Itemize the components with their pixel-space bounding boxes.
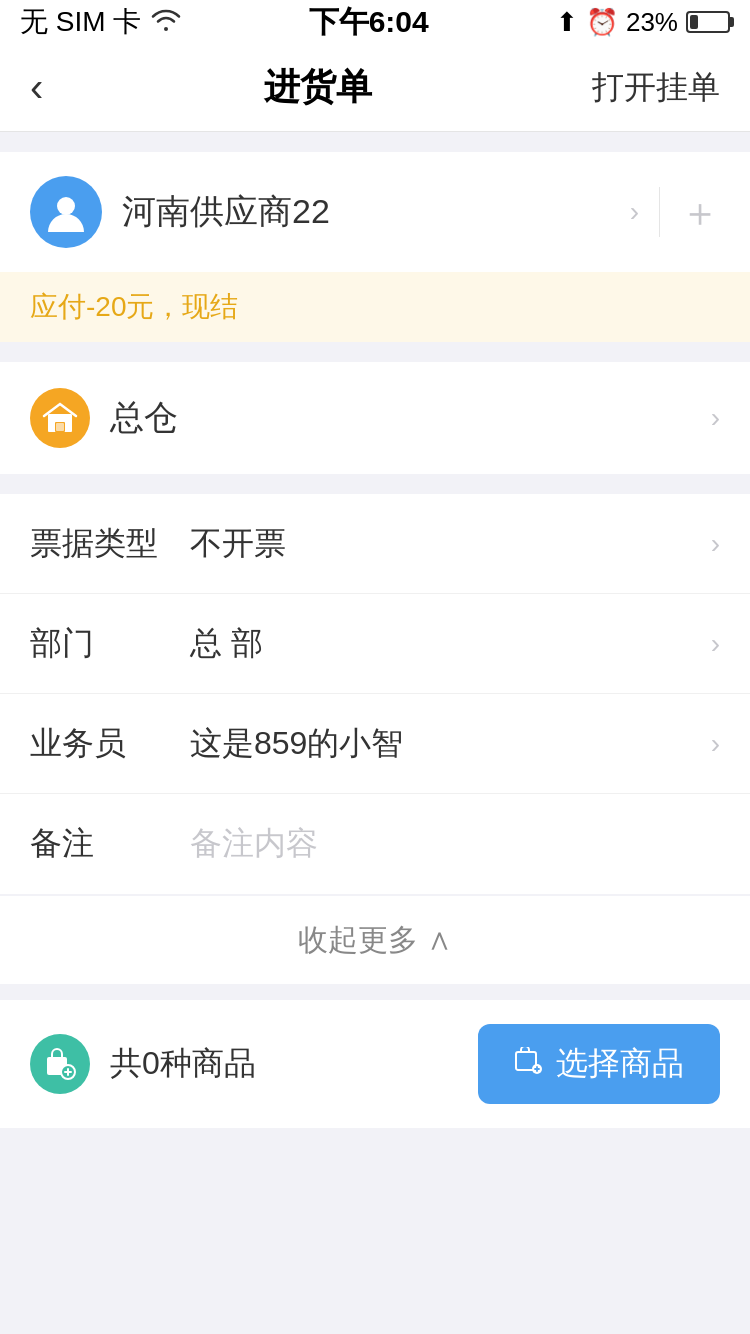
invoice-type-row[interactable]: 票据类型 不开票 › — [0, 494, 750, 594]
top-divider — [0, 132, 750, 152]
status-bar: 无 SIM 卡 下午6:04 ⬆ ⏰ 23% — [0, 0, 750, 44]
alert-banner: 应付-20元，现结 — [0, 272, 750, 342]
product-count: 共0种商品 — [110, 1042, 458, 1086]
status-left: 无 SIM 卡 — [20, 3, 181, 41]
svg-point-0 — [57, 197, 75, 215]
warehouse-row[interactable]: 总仓 › — [0, 362, 750, 474]
invoice-type-label: 票据类型 — [30, 522, 190, 566]
remark-label: 备注 — [30, 822, 190, 866]
supplier-card: 河南供应商22 › ＋ 应付-20元，现结 — [0, 152, 750, 342]
department-row[interactable]: 部门 总 部 › — [0, 594, 750, 694]
alert-text: 应付-20元，现结 — [30, 291, 238, 322]
select-product-icon — [514, 1047, 544, 1082]
supplier-row[interactable]: 河南供应商22 › ＋ — [0, 152, 750, 272]
warehouse-name: 总仓 — [110, 395, 711, 441]
open-pending-button[interactable]: 打开挂单 — [592, 66, 720, 110]
salesperson-row[interactable]: 业务员 这是859的小智 › — [0, 694, 750, 794]
location-icon: ⬆ — [556, 7, 578, 38]
warehouse-chevron-icon: › — [711, 402, 720, 434]
avatar — [30, 176, 102, 248]
salesperson-label: 业务员 — [30, 722, 190, 766]
wifi-icon — [151, 6, 181, 38]
select-product-label: 选择商品 — [556, 1042, 684, 1086]
back-button[interactable]: ‹ — [30, 65, 43, 110]
invoice-type-chevron-icon: › — [711, 528, 720, 560]
supplier-chevron-icon: › — [630, 196, 639, 228]
page-title: 进货单 — [264, 63, 372, 112]
salesperson-value: 这是859的小智 — [190, 722, 711, 766]
supplier-name: 河南供应商22 — [122, 189, 630, 235]
select-product-button[interactable]: 选择商品 — [478, 1024, 720, 1104]
remark-row[interactable]: 备注 备注内容 — [0, 794, 750, 894]
product-icon — [30, 1034, 90, 1094]
collapse-bar: 收起更多 ∧ — [0, 896, 750, 984]
carrier-text: 无 SIM 卡 — [20, 3, 141, 41]
warehouse-icon — [30, 388, 90, 448]
department-chevron-icon: › — [711, 628, 720, 660]
nav-bar: ‹ 进货单 打开挂单 — [0, 44, 750, 132]
add-button[interactable]: ＋ — [680, 185, 720, 240]
department-label: 部门 — [30, 622, 190, 666]
svg-rect-3 — [56, 423, 64, 431]
divider — [659, 187, 660, 237]
collapse-button[interactable]: 收起更多 ∧ — [298, 920, 451, 961]
battery-icon — [686, 11, 730, 33]
form-card: 票据类型 不开票 › 部门 总 部 › 业务员 这是859的小智 › 备注 备注… — [0, 494, 750, 894]
alarm-icon: ⏰ — [586, 7, 618, 38]
battery-text: 23% — [626, 7, 678, 38]
department-value: 总 部 — [190, 622, 711, 666]
warehouse-card[interactable]: 总仓 › — [0, 362, 750, 474]
invoice-type-value: 不开票 — [190, 522, 711, 566]
divider-2 — [0, 342, 750, 362]
status-right: ⬆ ⏰ 23% — [556, 7, 730, 38]
remark-input[interactable]: 备注内容 — [190, 822, 720, 866]
product-bar: 共0种商品 选择商品 — [0, 1000, 750, 1128]
divider-3 — [0, 474, 750, 494]
salesperson-chevron-icon: › — [711, 728, 720, 760]
status-time: 下午6:04 — [309, 2, 429, 43]
